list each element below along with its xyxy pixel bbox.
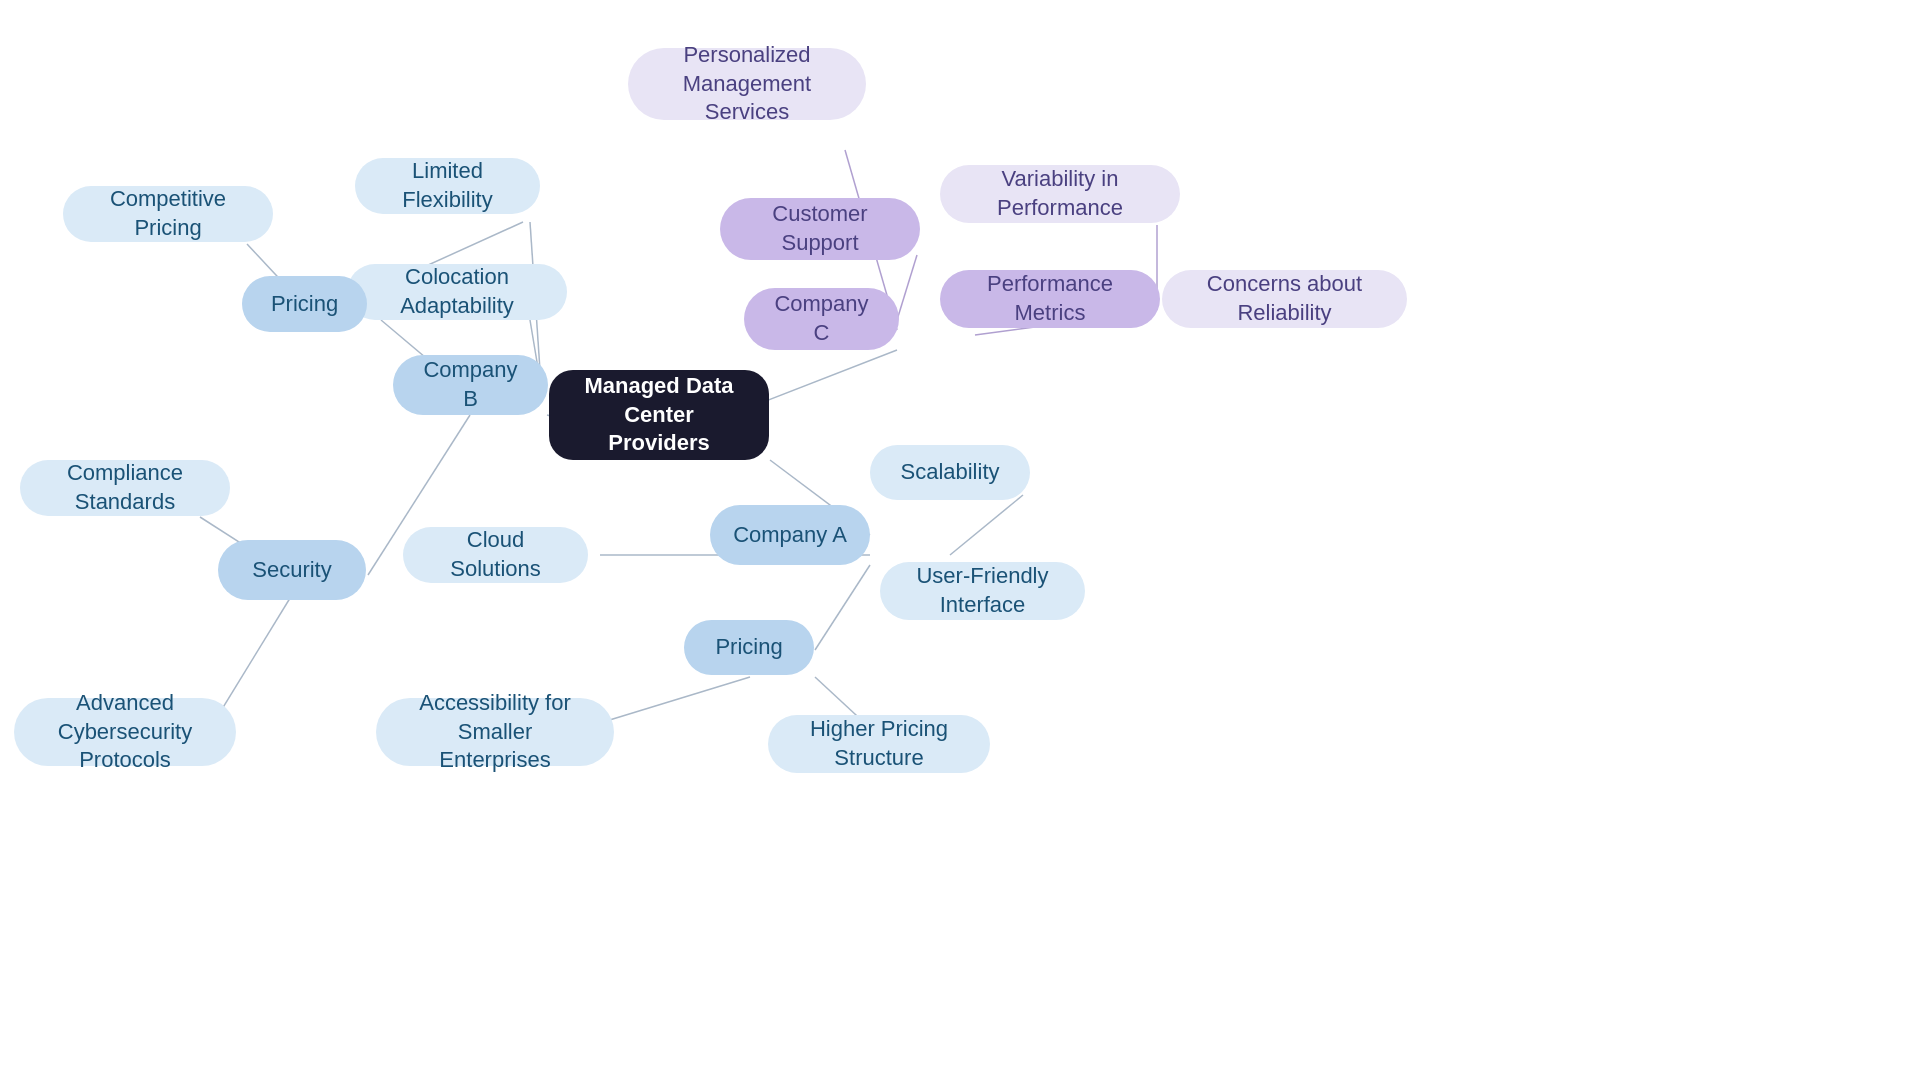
company-c-label: Company C	[766, 290, 877, 347]
compliance-node: Compliance Standards	[20, 460, 230, 516]
cloud-solutions-label: Cloud Solutions	[425, 526, 566, 583]
root-label: Managed Data Center Providers	[571, 372, 747, 458]
concerns-node: Concerns about Reliability	[1162, 270, 1407, 328]
concerns-label: Concerns about Reliability	[1184, 270, 1385, 327]
svg-line-7	[590, 677, 750, 726]
company-b-node: Company B	[393, 355, 548, 415]
accessibility-node: Accessibility for Smaller Enterprises	[376, 698, 614, 766]
perf-metrics-label: Performance Metrics	[962, 270, 1138, 327]
user-friendly-node: User-Friendly Interface	[880, 562, 1085, 620]
customer-support-label: Customer Support	[742, 200, 898, 257]
customer-support-node: Customer Support	[720, 198, 920, 260]
security-node: Security	[218, 540, 366, 600]
scalability-node: Scalability	[870, 445, 1030, 500]
company-b-label: Company B	[415, 356, 526, 413]
security-label: Security	[252, 556, 331, 585]
personalized-mgmt-node: Personalized Management Services	[628, 48, 866, 120]
higher-pricing-label: Higher Pricing Structure	[790, 715, 968, 772]
competitive-pricing-label: Competitive Pricing	[85, 185, 251, 242]
advanced-cyber-label: Advanced Cybersecurity Protocols	[36, 689, 214, 775]
limited-flex-node: Limited Flexibility	[355, 158, 540, 214]
cloud-solutions-node: Cloud Solutions	[403, 527, 588, 583]
compliance-label: Compliance Standards	[42, 459, 208, 516]
root-node: Managed Data Center Providers	[549, 370, 769, 460]
personalized-mgmt-label: Personalized Management Services	[650, 41, 844, 127]
variability-node: Variability in Performance	[940, 165, 1180, 223]
svg-line-17	[897, 255, 917, 320]
pricing-b-node: Pricing	[242, 276, 367, 332]
company-a-label: Company A	[733, 521, 847, 550]
perf-metrics-node: Performance Metrics	[940, 270, 1160, 328]
colo-adapt-label: Colocation Adaptability	[369, 263, 545, 320]
svg-line-3	[950, 495, 1023, 555]
pricing-b-label: Pricing	[271, 290, 338, 319]
scalability-label: Scalability	[900, 458, 999, 487]
accessibility-label: Accessibility for Smaller Enterprises	[398, 689, 592, 775]
higher-pricing-node: Higher Pricing Structure	[768, 715, 990, 773]
pricing-a-label: Pricing	[715, 633, 782, 662]
colo-adapt-node: Colocation Adaptability	[347, 264, 567, 320]
competitive-pricing-node: Competitive Pricing	[63, 186, 273, 242]
pricing-a-node: Pricing	[684, 620, 814, 675]
variability-label: Variability in Performance	[962, 165, 1158, 222]
svg-line-5	[815, 565, 870, 650]
user-friendly-label: User-Friendly Interface	[902, 562, 1063, 619]
company-c-node: Company C	[744, 288, 899, 350]
limited-flex-label: Limited Flexibility	[377, 157, 518, 214]
advanced-cyber-node: Advanced Cybersecurity Protocols	[14, 698, 236, 766]
company-a-node: Company A	[710, 505, 870, 565]
